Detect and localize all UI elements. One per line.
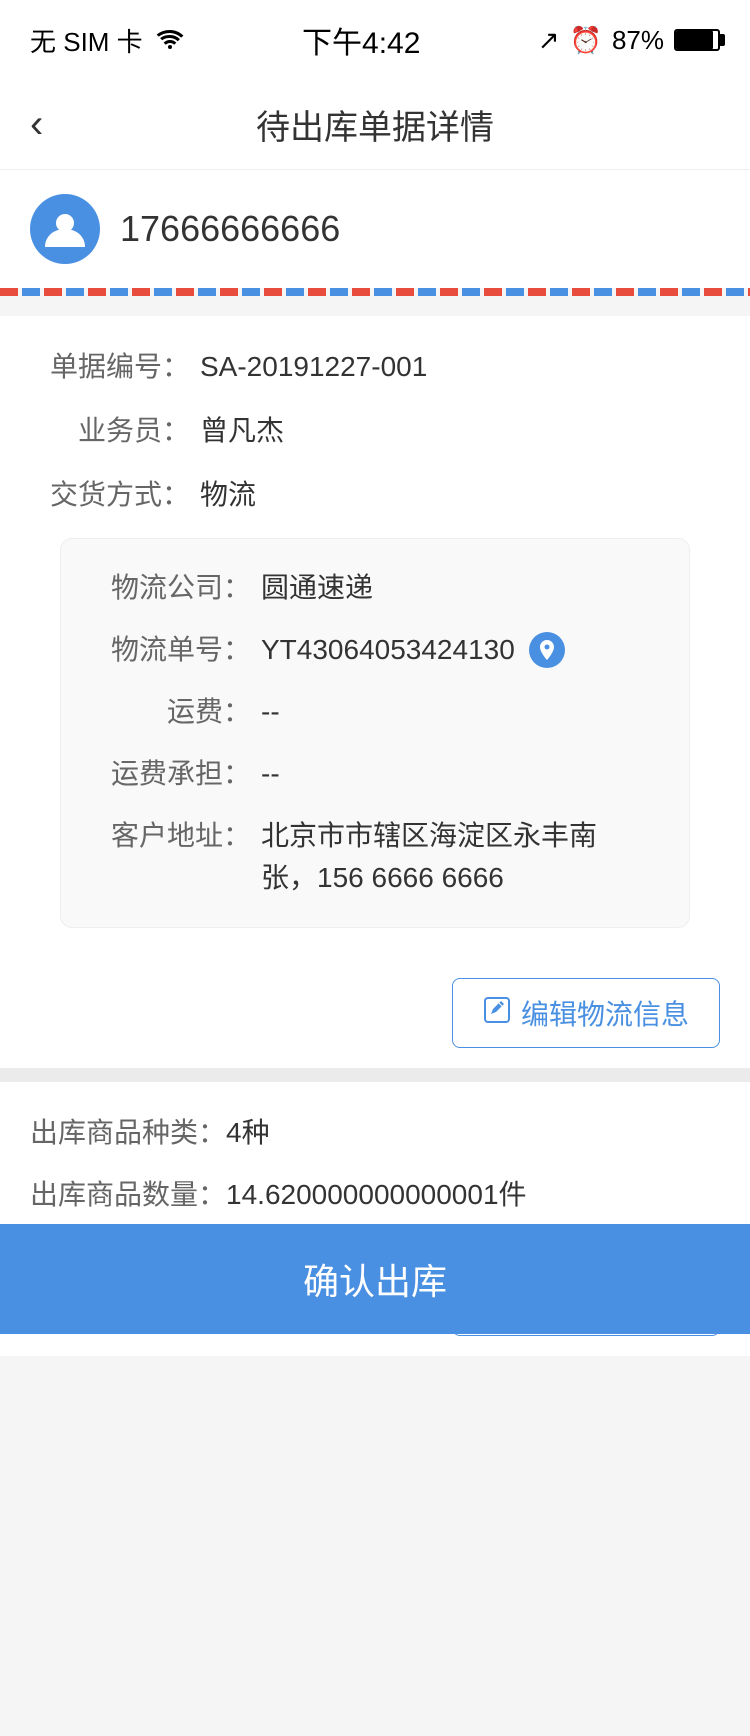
person-icon — [43, 207, 87, 251]
status-bar: 无 SIM 卡 下午4:42 ↗ ⏰ 87% — [0, 0, 750, 80]
product-section: 出库商品种类： 4种 出库商品数量： 14.620000000000001件 — [0, 1082, 750, 1246]
freight-bear-value: -- — [261, 753, 659, 795]
location-service-icon: ↗ — [538, 25, 560, 56]
salesman-value: 曾凡杰 — [200, 410, 720, 452]
order-number-label: 单据编号： — [30, 346, 190, 388]
product-types-label: 出库商品种类： — [30, 1112, 226, 1154]
dashed-decoration — [0, 288, 750, 296]
tracking-label: 物流单号： — [91, 629, 251, 671]
product-quantity-row: 出库商品数量： 14.620000000000001件 — [30, 1174, 720, 1216]
product-quantity-label: 出库商品数量： — [30, 1174, 226, 1216]
edit-icon — [483, 996, 511, 1031]
freight-bear-label: 运费承担： — [91, 753, 251, 795]
order-number-row: 单据编号： SA-20191227-001 — [30, 346, 720, 388]
product-types-row: 出库商品种类： 4种 — [30, 1112, 720, 1154]
logistics-company-row: 物流公司： 圆通速递 — [91, 567, 659, 609]
status-left: 无 SIM 卡 — [30, 22, 185, 59]
confirm-button-label: 确认出库 — [303, 1253, 447, 1305]
edit-logistics-button[interactable]: 编辑物流信息 — [452, 978, 720, 1048]
salesman-row: 业务员： 曾凡杰 — [30, 410, 720, 452]
order-info-section: 单据编号： SA-20191227-001 业务员： 曾凡杰 交货方式： 物流 … — [0, 316, 750, 958]
carrier-text: 无 SIM 卡 — [30, 22, 143, 59]
alarm-icon: ⏰ — [570, 25, 602, 56]
address-value: 北京市市辖区海淀区永丰南 张，156 6666 6666 — [261, 815, 659, 899]
page-title: 待出库单据详情 — [256, 100, 494, 149]
customer-card: 17666666666 — [0, 170, 750, 288]
nav-bar: ‹ 待出库单据详情 — [0, 80, 750, 170]
battery-percent: 87% — [612, 25, 664, 56]
delivery-value: 物流 — [200, 474, 720, 516]
logistics-company-label: 物流公司： — [91, 567, 251, 609]
address-label: 客户地址： — [91, 815, 251, 857]
product-quantity-value: 14.620000000000001件 — [226, 1174, 527, 1216]
freight-bear-row: 运费承担： -- — [91, 753, 659, 795]
salesman-label: 业务员： — [30, 410, 190, 452]
status-time: 下午4:42 — [302, 18, 420, 62]
content: 17666666666 单据编号： SA-20191227-001 业务员： 曾… — [0, 170, 750, 1736]
map-location-icon[interactable] — [529, 632, 565, 668]
freight-label: 运费： — [91, 691, 251, 733]
tracking-value-container: YT43064053424130 — [261, 629, 659, 671]
delivery-label: 交货方式： — [30, 474, 190, 516]
product-types-value: 4种 — [226, 1112, 270, 1154]
edit-logistics-label: 编辑物流信息 — [521, 993, 689, 1033]
battery-icon — [674, 29, 720, 51]
address-row: 客户地址： 北京市市辖区海淀区永丰南 张，156 6666 6666 — [91, 815, 659, 899]
status-right: ↗ ⏰ 87% — [538, 25, 720, 56]
back-button[interactable]: ‹ — [30, 102, 43, 147]
edit-btn-container: 编辑物流信息 — [0, 958, 750, 1068]
logistics-company-value: 圆通速递 — [261, 567, 659, 609]
delivery-row: 交货方式： 物流 — [30, 474, 720, 516]
tracking-number: YT43064053424130 — [261, 629, 515, 671]
avatar — [30, 194, 100, 264]
freight-value: -- — [261, 691, 659, 733]
customer-phone: 17666666666 — [120, 208, 340, 250]
order-number-value: SA-20191227-001 — [200, 346, 720, 388]
wifi-icon — [155, 24, 185, 56]
tracking-row: 物流单号： YT43064053424130 — [91, 629, 659, 671]
empty-space — [0, 1356, 750, 1616]
logistics-card: 物流公司： 圆通速递 物流单号： YT43064053424130 运费： -- — [60, 538, 690, 928]
section-divider — [0, 1068, 750, 1082]
confirm-button-bar[interactable]: 确认出库 — [0, 1224, 750, 1334]
freight-row: 运费： -- — [91, 691, 659, 733]
